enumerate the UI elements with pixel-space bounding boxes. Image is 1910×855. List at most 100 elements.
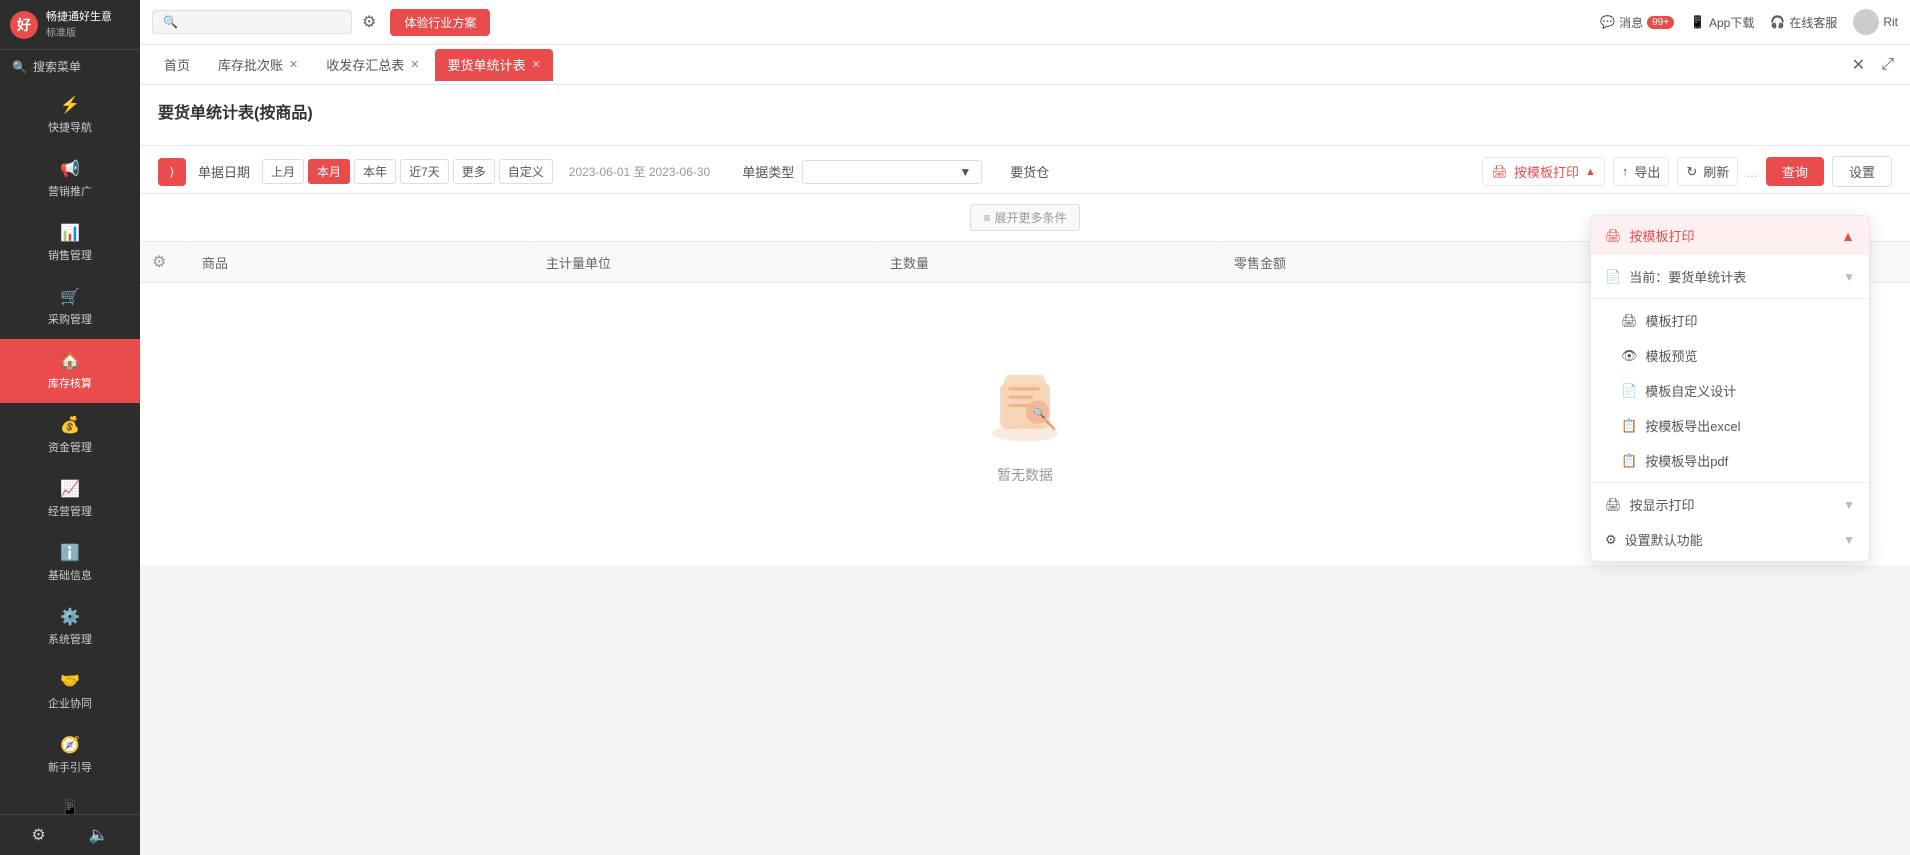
message-icon: 💬 — [1600, 15, 1615, 29]
table-settings-icon[interactable]: ⚙ — [152, 252, 166, 272]
current-template-section[interactable]: 📄 当前：要货单统计表 ▼ — [1591, 259, 1869, 294]
date-btn-custom[interactable]: 自定义 — [499, 159, 553, 184]
sidebar-item-label: 基础信息 — [48, 567, 92, 583]
print-template-button[interactable]: 🖨 按模板打印 ▲ — [1482, 157, 1604, 186]
type-select[interactable]: ▼ — [802, 160, 982, 184]
expand-conditions-button[interactable]: ≡ 展开更多条件 — [970, 204, 1079, 231]
tab-receipt-summary-close[interactable]: ✕ — [410, 58, 419, 71]
experience-button[interactable]: 体验行业方案 — [390, 9, 490, 36]
sidebar-item-label: 营销推广 — [48, 183, 92, 199]
template-print-item[interactable]: 🖨 模板打印 — [1591, 303, 1869, 338]
template-export-pdf-item[interactable]: 📋 按模板导出pdf — [1591, 443, 1869, 478]
sidebar-item-guide[interactable]: 🧭 新手引导 — [0, 723, 140, 787]
sidebar-item-basic[interactable]: ℹ️ 基础信息 — [0, 531, 140, 595]
dropdown-header-left: 🖨 按模板打印 — [1605, 226, 1695, 245]
search-icon: 🔍 — [12, 60, 27, 74]
tab-inventory-batch-label: 库存批次账 — [218, 55, 283, 74]
topbar-right: 💬 消息 99+ 📱 App下载 🎧 在线客服 Rit — [1600, 9, 1898, 35]
sidebar-item-enterprise[interactable]: 🤝 企业协同 — [0, 659, 140, 723]
display-print-arrow: ▼ — [1843, 498, 1855, 512]
current-template-icon: 📄 — [1605, 269, 1621, 285]
operation-icon: 📈 — [60, 479, 80, 499]
sidebar-item-sales[interactable]: 📊 销售管理 — [0, 211, 140, 275]
sidebar-item-app[interactable]: 📱 应用中心 — [0, 787, 140, 814]
tab-close-btn[interactable]: ✕ — [1848, 51, 1869, 79]
more-actions-button[interactable]: ... — [1746, 164, 1758, 180]
required-label: 要货仓 — [1010, 162, 1049, 181]
template-preview-item[interactable]: 👁 模板预览 — [1591, 338, 1869, 373]
tab-receipt-summary[interactable]: 收发存汇总表 ✕ — [314, 49, 431, 81]
settings-bottom-icon[interactable]: ⚙ — [31, 825, 45, 845]
tab-inventory-batch-close[interactable]: ✕ — [289, 58, 298, 71]
system-icon: ⚙️ — [60, 607, 80, 627]
print-template-label: 按模板打印 — [1514, 162, 1579, 181]
table-col-settings[interactable]: ⚙ — [140, 242, 190, 282]
print-template-icon: 🖨 — [1491, 164, 1508, 180]
sidebar-item-marketing[interactable]: 📢 营销推广 — [0, 147, 140, 211]
sidebar-item-quick-nav[interactable]: ⚡ 快捷导航 — [0, 83, 140, 147]
sidebar-item-purchase[interactable]: 🛒 采购管理 — [0, 275, 140, 339]
tab-order-stats-label: 要货单统计表 — [447, 55, 525, 74]
refresh-label: 刷新 — [1703, 162, 1729, 181]
display-print-icon: 🖨 — [1605, 497, 1622, 513]
date-btn-this-month[interactable]: 本月 — [308, 159, 350, 184]
topbar-gear-icon[interactable]: ⚙ — [362, 12, 376, 32]
dropdown-collapse-icon[interactable]: ▲ — [1841, 228, 1855, 244]
settings-button[interactable]: 设置 — [1832, 156, 1892, 187]
sidebar-item-label: 经营管理 — [48, 503, 92, 519]
tab-inventory-batch[interactable]: 库存批次账 ✕ — [206, 49, 310, 81]
template-export-excel-item[interactable]: 📋 按模板导出excel — [1591, 408, 1869, 443]
page-title: 要货单统计表(按商品) — [158, 99, 1892, 123]
sidebar-item-finance[interactable]: 💰 资金管理 — [0, 403, 140, 467]
template-custom-item[interactable]: 📄 模板自定义设计 — [1591, 373, 1869, 408]
divider-2 — [1591, 482, 1869, 483]
app-download-btn[interactable]: 📱 App下载 — [1690, 14, 1754, 31]
logo-icon: 好 — [10, 11, 38, 39]
search-menu[interactable]: 🔍 搜索菜单 — [0, 50, 140, 83]
dropdown-header[interactable]: 🖨 按模板打印 ▲ — [1591, 216, 1869, 255]
tab-order-stats-close[interactable]: ✕ — [532, 58, 541, 71]
tab-expand-btn[interactable]: ⤢ — [1877, 52, 1898, 78]
toolbar-buttons: 🖨 按模板打印 ▲ ↑ 导出 ↻ 刷新 ... 查询 设置 — [1482, 156, 1892, 187]
filter-toggle-icon: ⟩ — [170, 165, 175, 179]
date-btn-more[interactable]: 更多 — [453, 159, 495, 184]
app-name: 畅捷通好生意 — [46, 10, 112, 24]
user-avatar-area[interactable]: Rit — [1853, 9, 1898, 35]
topbar-search[interactable]: 🔍 — [152, 10, 352, 34]
filter-bar-row1: ⟩ 单据日期 上月 本月 本年 近7天 更多 自定义 2023-06-01 至 … — [140, 146, 1910, 194]
guide-icon: 🧭 — [60, 735, 80, 755]
template-custom-label: 模板自定义设计 — [1645, 381, 1736, 400]
display-print-section[interactable]: 🖨 按显示打印 ▼ — [1591, 487, 1869, 522]
print-dropdown[interactable]: 🖨 按模板打印 ▲ 📄 当前：要货单统计表 ▼ � — [1590, 215, 1870, 562]
divider-1 — [1591, 298, 1869, 299]
user-name: Rit — [1883, 15, 1898, 29]
date-btn-this-year[interactable]: 本年 — [354, 159, 396, 184]
sidebar-item-system[interactable]: ⚙️ 系统管理 — [0, 595, 140, 659]
sidebar-item-label: 销售管理 — [48, 247, 92, 263]
refresh-icon: ↻ — [1686, 164, 1697, 180]
sidebar-item-inventory[interactable]: 🏠 库存核算 — [0, 339, 140, 403]
default-function-section[interactable]: ⚙ 设置默认功能 ▼ — [1591, 522, 1869, 557]
message-btn[interactable]: 💬 消息 99+ — [1600, 14, 1674, 31]
expand-label: 展开更多条件 — [995, 209, 1067, 226]
export-button[interactable]: ↑ 导出 — [1613, 157, 1670, 186]
sidebar-item-label: 库存核算 — [48, 375, 92, 391]
topbar-search-icon: 🔍 — [163, 15, 178, 29]
speaker-icon[interactable]: 🔈 — [89, 825, 109, 845]
tab-home[interactable]: 首页 — [152, 49, 202, 81]
display-print-left: 🖨 按显示打印 — [1605, 495, 1695, 514]
date-btn-7days[interactable]: 近7天 — [400, 159, 449, 184]
refresh-button[interactable]: ↻ 刷新 — [1677, 157, 1738, 186]
filter-toggle-button[interactable]: ⟩ — [158, 158, 186, 186]
tab-order-stats[interactable]: 要货单统计表 ✕ — [435, 49, 552, 81]
sidebar-item-operation[interactable]: 📈 经营管理 — [0, 467, 140, 531]
sidebar-item-label: 企业协同 — [48, 695, 92, 711]
date-btn-last-month[interactable]: 上月 — [262, 159, 304, 184]
template-preview-icon: 👁 — [1621, 348, 1638, 364]
default-function-left: ⚙ 设置默认功能 — [1605, 530, 1703, 549]
online-service-btn[interactable]: 🎧 在线客服 — [1770, 14, 1837, 31]
sidebar-nav: ⚡ 快捷导航 📢 营销推广 📊 销售管理 🛒 采购管理 🏠 库存核算 💰 资金管… — [0, 83, 140, 814]
tab-home-label: 首页 — [164, 55, 190, 74]
enterprise-icon: 🤝 — [60, 671, 80, 691]
query-button[interactable]: 查询 — [1766, 157, 1824, 186]
